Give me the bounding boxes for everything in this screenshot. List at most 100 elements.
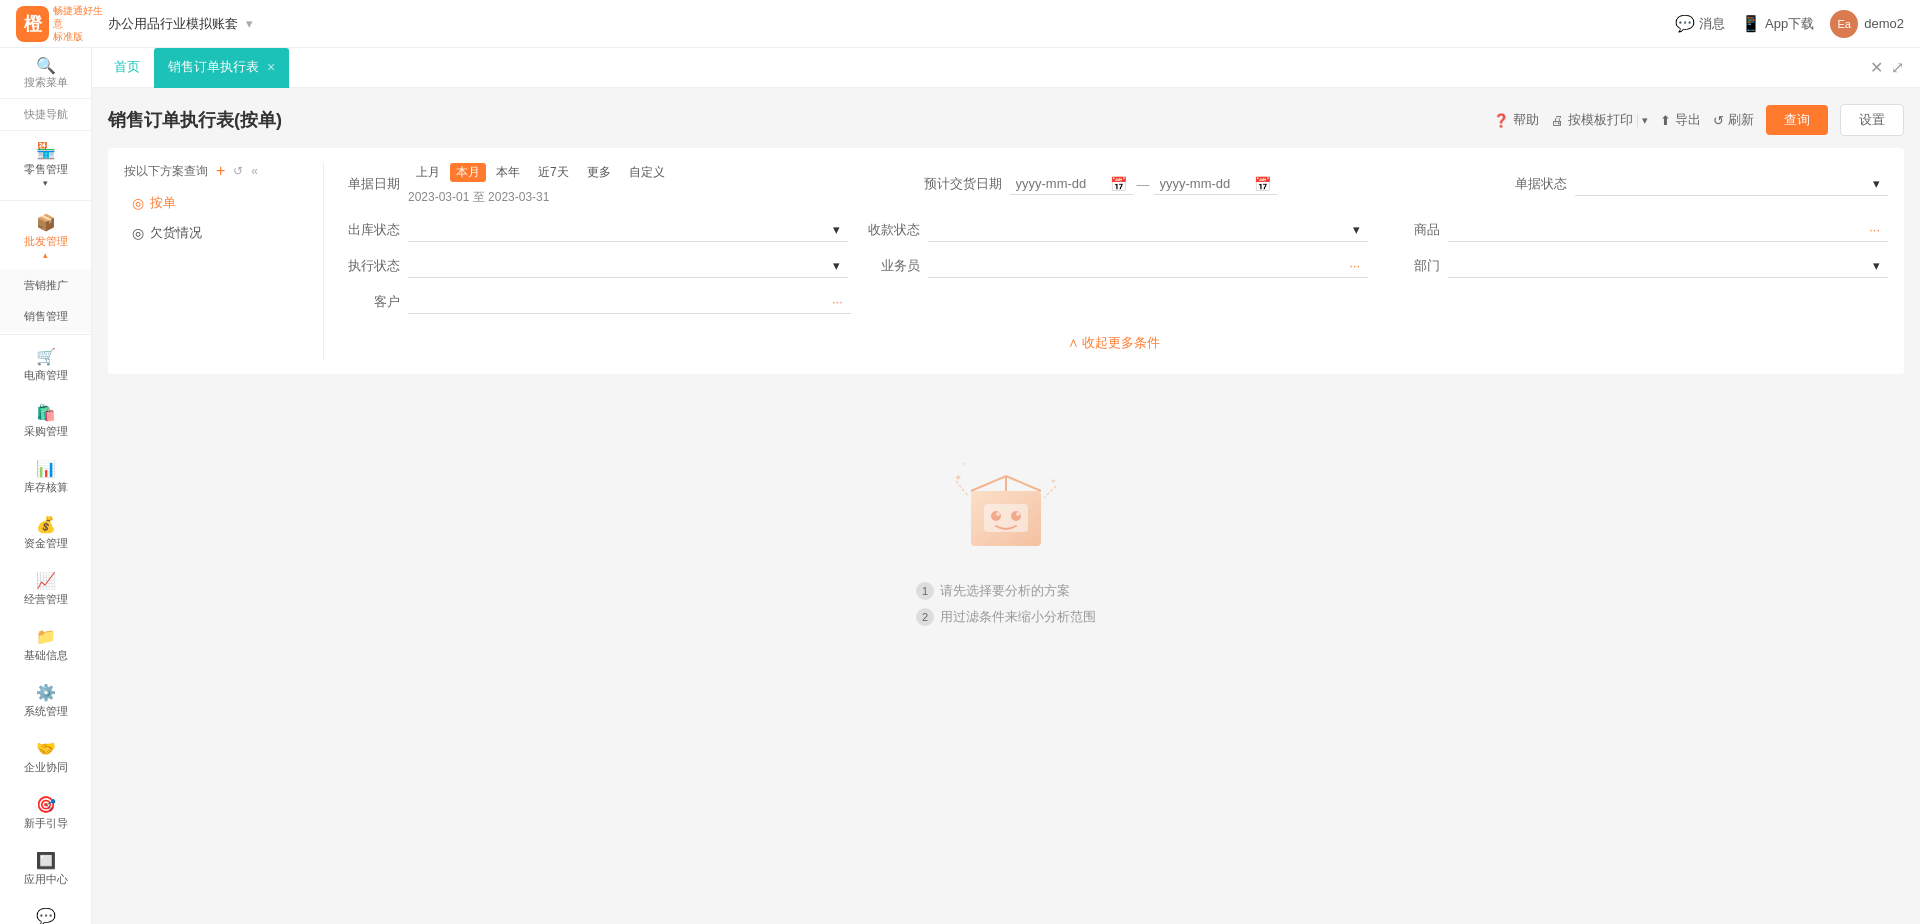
sidebar-nav-btn[interactable]: 快捷导航 (0, 99, 91, 131)
date-tab-本月[interactable]: 本月 (450, 163, 486, 182)
print-main-btn[interactable]: 🖨 按模板打印 (1551, 111, 1637, 129)
top-bar: 橙 畅捷通好生意标准版 办公用品行业模拟账套 ▾ 💬 消息 📱 App下载 Ea… (0, 0, 1920, 48)
salesperson-more-icon: ··· (1349, 258, 1360, 273)
sidebar-item-purchase[interactable]: 🛍️ 采购管理 (0, 393, 91, 449)
sidebar-item-marketing[interactable]: 营销推广 (0, 270, 91, 301)
sidebar-item-operations[interactable]: 📈 经营管理 (0, 561, 91, 617)
date-tab-本年[interactable]: 本年 (488, 162, 528, 183)
maximize-window-btn[interactable]: ⤢ (1891, 58, 1904, 77)
expected-delivery-start-input[interactable] (1016, 176, 1106, 191)
sidebar-item-finance[interactable]: 💰 资金管理 (0, 505, 91, 561)
basic-icon: 📁 (36, 627, 56, 646)
expected-delivery-end[interactable]: 📅 (1154, 174, 1277, 195)
execution-status-select[interactable]: ▾ (408, 254, 848, 278)
app-title-dropdown-icon[interactable]: ▾ (246, 16, 253, 31)
add-scheme-btn[interactable]: + (216, 162, 225, 180)
outbound-status-field: 出库状态 ▾ (340, 218, 848, 242)
user-menu-btn[interactable]: Ea demo2 (1830, 10, 1904, 38)
date-tab-自定义[interactable]: 自定义 (621, 162, 673, 183)
scheme-panel-title: 按以下方案查询 + ↺ « (124, 162, 311, 180)
order-status-select[interactable]: ▾ (1575, 172, 1888, 196)
date-tab-近7天[interactable]: 近7天 (530, 162, 577, 183)
outbound-dropdown-icon: ▾ (833, 222, 840, 237)
print-icon: 🖨 (1551, 113, 1564, 128)
collapse-conditions-btn[interactable]: ∧ 收起更多条件 (340, 326, 1888, 360)
settings-btn[interactable]: 设置 (1840, 104, 1904, 136)
receipt-dropdown-icon: ▾ (1353, 222, 1360, 237)
svg-text:✦: ✦ (961, 461, 966, 467)
sidebar-item-enterprise[interactable]: 🤝 企业协同 (0, 729, 91, 785)
query-btn[interactable]: 查询 (1766, 105, 1828, 135)
customer-select[interactable]: ··· (408, 290, 851, 314)
expected-delivery-start[interactable]: 📅 (1010, 174, 1133, 195)
expected-delivery-end-input[interactable] (1160, 176, 1250, 191)
newbie-icon: 🎯 (36, 795, 56, 814)
refresh-scheme-btn[interactable]: ↺ (233, 164, 243, 178)
message-icon: 💬 (1675, 14, 1695, 33)
print-btn[interactable]: 🖨 按模板打印 ▾ (1551, 111, 1648, 129)
svg-point-3 (1011, 511, 1021, 521)
outbound-status-select[interactable]: ▾ (408, 218, 848, 242)
customer-label: 客户 (340, 293, 400, 311)
user-avatar: Ea (1830, 10, 1858, 38)
receipt-status-select[interactable]: ▾ (928, 218, 1368, 242)
filter-row-2: 出库状态 ▾ 收款状态 (340, 218, 1888, 242)
filter-panel: 按以下方案查询 + ↺ « ◎ 按单 ◎ 欠货情况 (124, 162, 1888, 360)
content-area: 首页 销售订单执行表 × ✕ ⤢ 销售订单执行表(按单) (92, 48, 1920, 924)
sidebar-item-wholesale[interactable]: 📦 批发管理 ▴ (0, 203, 91, 270)
date-tab-更多[interactable]: 更多 (579, 162, 619, 183)
scheme-item-欠货情况[interactable]: ◎ 欠货情况 (124, 218, 311, 248)
sidebar-item-ecommerce[interactable]: 🛒 电商管理 (0, 337, 91, 393)
message-btn[interactable]: 💬 消息 (1675, 14, 1725, 33)
receipt-status-field: 收款状态 ▾ (860, 218, 1368, 242)
app-download-btn[interactable]: 📱 App下载 (1741, 14, 1814, 33)
close-window-btn[interactable]: ✕ (1870, 58, 1883, 77)
help-btn[interactable]: ❓ 帮助 (1493, 111, 1539, 129)
svg-point-5 (1016, 512, 1020, 516)
sidebar-item-basic[interactable]: 📁 基础信息 (0, 617, 91, 673)
salesperson-select[interactable]: ··· (928, 254, 1368, 278)
order-status-field: 单据状态 ▾ (1507, 172, 1888, 196)
sidebar-item-wechat[interactable]: 💬 企业微信 (0, 897, 91, 924)
order-status-dropdown-icon: ▾ (1873, 176, 1880, 191)
tab-sales-order[interactable]: 销售订单执行表 × (154, 48, 289, 88)
export-btn[interactable]: ⬆ 导出 (1660, 111, 1701, 129)
sidebar: 🔍 搜索菜单 快捷导航 🏪 零售管理 ▾ 📦 批发管理 ▴ 营销推广 (0, 48, 92, 924)
date-tab-上月[interactable]: 上月 (408, 162, 448, 183)
sidebar-item-inventory[interactable]: 📊 库存核算 (0, 449, 91, 505)
refresh-btn[interactable]: ↺ 刷新 (1713, 111, 1754, 129)
svg-text:✦: ✦ (954, 472, 962, 483)
wechat-icon: 💬 (36, 907, 56, 924)
product-select[interactable]: ··· (1448, 218, 1888, 242)
print-dropdown-btn[interactable]: ▾ (1637, 114, 1648, 127)
scheme-item-按单[interactable]: ◎ 按单 (124, 188, 311, 218)
refresh-icon: ↺ (1713, 113, 1724, 128)
finance-icon: 💰 (36, 515, 56, 534)
filter-row-4: 客户 ··· (340, 290, 1888, 314)
purchase-icon: 🛍️ (36, 403, 56, 422)
sidebar-item-sales[interactable]: 销售管理 (0, 301, 91, 332)
calendar-end-icon[interactable]: 📅 (1254, 176, 1271, 192)
tab-home[interactable]: 首页 (100, 48, 154, 88)
collapse-panel-btn[interactable]: « (251, 164, 258, 178)
page-actions: ❓ 帮助 🖨 按模板打印 ▾ ⬆ 导出 (1493, 104, 1904, 136)
customer-more-icon: ··· (832, 294, 843, 309)
logo-area: 橙 畅捷通好生意标准版 (16, 4, 108, 43)
user-name: demo2 (1864, 16, 1904, 31)
filter-row-3: 执行状态 ▾ 业务员 (340, 254, 1888, 278)
svg-point-2 (991, 511, 1001, 521)
department-label: 部门 (1380, 257, 1440, 275)
sidebar-item-newbie[interactable]: 🎯 新手引导 (0, 785, 91, 841)
department-field: 部门 ▾ (1380, 254, 1888, 278)
department-select[interactable]: ▾ (1448, 254, 1888, 278)
sidebar-item-system[interactable]: ⚙️ 系统管理 (0, 673, 91, 729)
empty-tip-2: 2 用过滤条件来缩小分析范围 (916, 608, 1096, 626)
tab-close-btn[interactable]: × (267, 59, 275, 75)
expected-delivery-field: 预计交货日期 📅 — (924, 174, 1496, 195)
sidebar-item-appstore[interactable]: 🔲 应用中心 (0, 841, 91, 897)
receipt-status-label: 收款状态 (860, 221, 920, 239)
calendar-start-icon[interactable]: 📅 (1110, 176, 1127, 192)
salesperson-label: 业务员 (860, 257, 920, 275)
sidebar-search[interactable]: 🔍 搜索菜单 (0, 48, 91, 99)
sidebar-item-zero-retail[interactable]: 🏪 零售管理 ▾ (0, 131, 91, 198)
